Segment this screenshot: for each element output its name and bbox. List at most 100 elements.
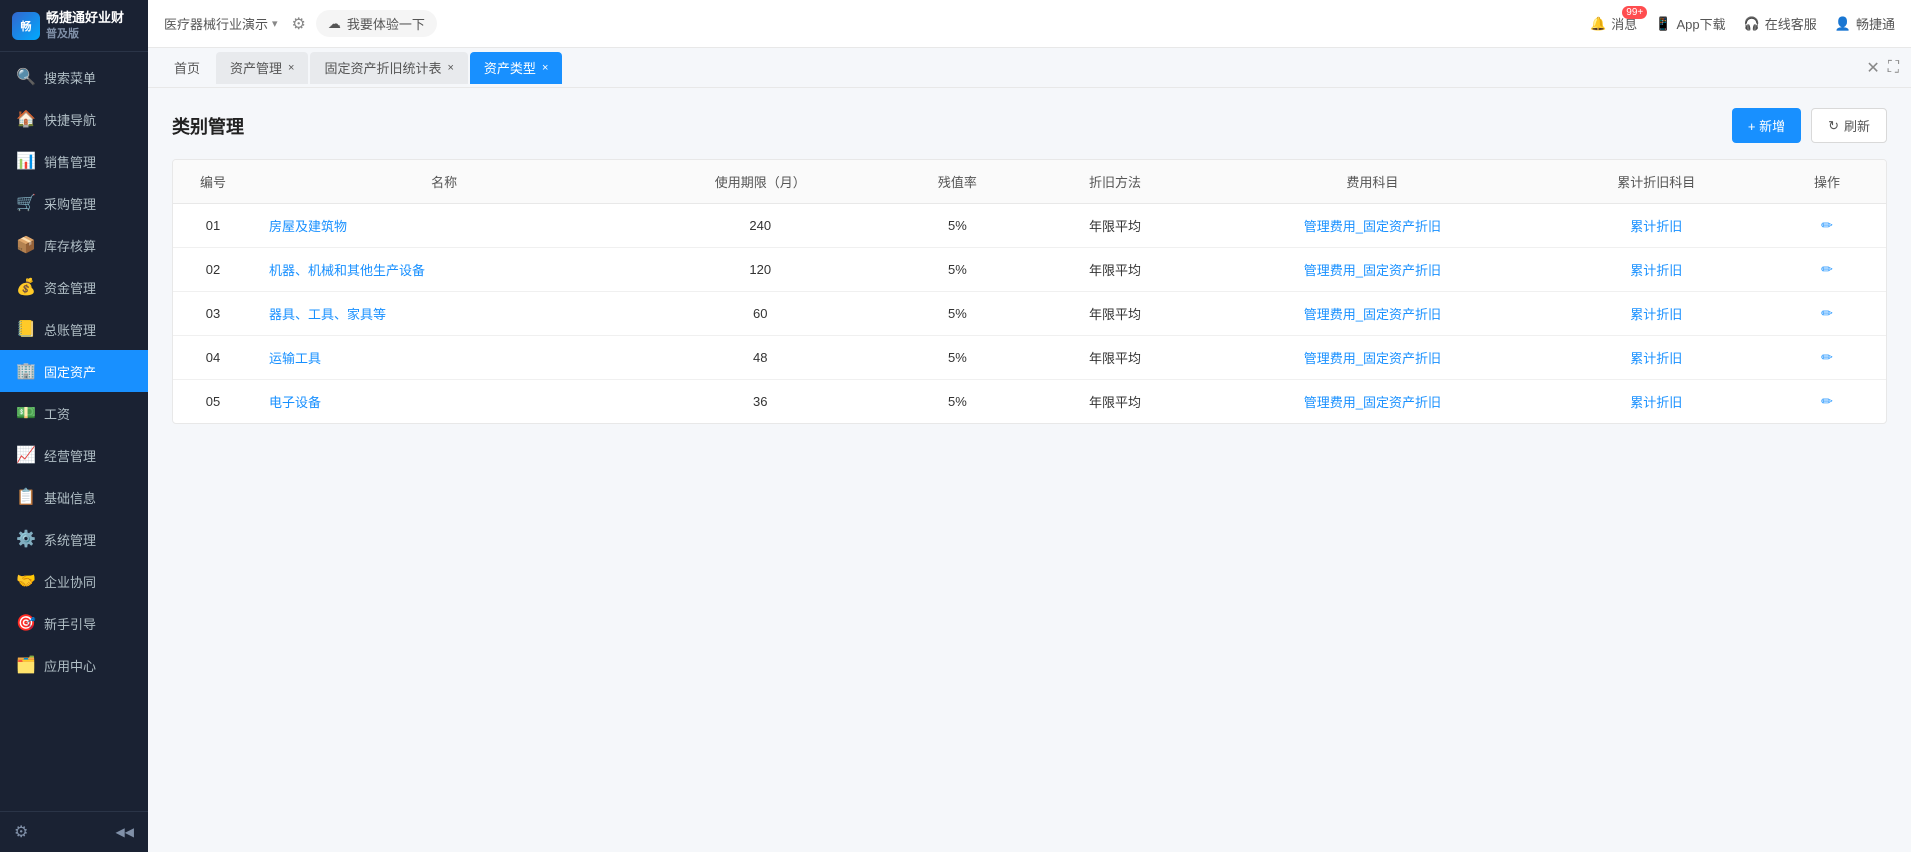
main-area: 医疗器械行业演示 ▾ ⚙ ☁ 我要体验一下 🔔 消息 99+ 📱 App下载 🎧… <box>148 0 1911 852</box>
nav-icon-search: 🔍 <box>16 67 34 87</box>
experience-button[interactable]: ☁ 我要体验一下 <box>316 10 437 37</box>
sidebar-item-basic-info[interactable]: 📋 基础信息 <box>0 476 148 518</box>
cell-action-0: ✏ <box>1768 204 1886 248</box>
nav-label-inventory: 库存核算 <box>44 236 96 255</box>
cell-action-4: ✏ <box>1768 380 1886 424</box>
cell-expense-1: 管理费用_固定资产折旧 <box>1200 248 1544 292</box>
sidebar-item-payroll[interactable]: 💵 工资 <box>0 392 148 434</box>
logo-text: 畅捷通好业财 普及版 <box>46 10 124 41</box>
settings-icon[interactable]: ⚙ <box>14 822 28 842</box>
sidebar-item-inventory[interactable]: 📦 库存核算 <box>0 224 148 266</box>
cell-period-1: 120 <box>635 248 885 292</box>
sidebar-item-app-center[interactable]: 🗂️ 应用中心 <box>0 644 148 686</box>
sidebar-item-guide[interactable]: 🎯 新手引导 <box>0 602 148 644</box>
tab-home[interactable]: 首页 <box>160 52 214 84</box>
nav-icon-basic-info: 📋 <box>16 487 34 507</box>
page-actions: + 新增 ↻ 刷新 <box>1732 108 1887 143</box>
close-window-icon[interactable]: ✕ <box>1866 58 1879 78</box>
sidebar-item-business[interactable]: 📈 经营管理 <box>0 434 148 476</box>
nav-icon-system: ⚙️ <box>16 529 34 549</box>
collapse-icon[interactable]: ◀◀ <box>116 825 134 839</box>
edit-icon-1[interactable]: ✏ <box>1821 261 1833 277</box>
refresh-label: 刷新 <box>1844 116 1870 135</box>
sidebar-item-capital[interactable]: 💰 资金管理 <box>0 266 148 308</box>
sidebar-item-system[interactable]: ⚙️ 系统管理 <box>0 518 148 560</box>
gear-icon[interactable]: ⚙ <box>292 14 306 34</box>
tab-label-depreciation-table: 固定资产折旧统计表 <box>324 58 441 77</box>
expand-icon[interactable]: ⛶ <box>1888 59 1899 77</box>
user-item[interactable]: 👤 畅捷通 <box>1835 14 1895 33</box>
tab-close-asset-mgmt[interactable]: × <box>288 62 294 74</box>
tab-asset-type[interactable]: 资产类型× <box>470 52 562 84</box>
company-name: 医疗器械行业演示 <box>164 14 268 33</box>
nav-icon-capital: 💰 <box>16 277 34 297</box>
edit-icon-4[interactable]: ✏ <box>1821 393 1833 409</box>
nav-label-guide: 新手引导 <box>44 614 96 633</box>
company-selector[interactable]: 医疗器械行业演示 ▾ <box>164 14 278 33</box>
nav-label-search: 搜索菜单 <box>44 68 96 87</box>
notifications-item[interactable]: 🔔 消息 99+ <box>1590 14 1637 33</box>
table-header: 编号名称使用期限（月）残值率折旧方法费用科目累计折旧科目操作 <box>173 160 1886 204</box>
tab-close-asset-type[interactable]: × <box>542 62 548 74</box>
tab-asset-mgmt[interactable]: 资产管理× <box>216 52 308 84</box>
cell-expense-2: 管理费用_固定资产折旧 <box>1200 292 1544 336</box>
nav-label-purchase: 采购管理 <box>44 194 96 213</box>
nav-icon-quick-nav: 🏠 <box>16 109 34 129</box>
cell-action-3: ✏ <box>1768 336 1886 380</box>
sidebar: 畅 畅捷通好业财 普及版 🔍 搜索菜单 🏠 快捷导航 📊 销售管理 🛒 采购管理… <box>0 0 148 852</box>
app-logo: 畅 畅捷通好业财 普及版 <box>0 0 148 52</box>
nav-label-business: 经营管理 <box>44 446 96 465</box>
sidebar-item-purchase[interactable]: 🛒 采购管理 <box>0 182 148 224</box>
tabbar: 首页资产管理×固定资产折旧统计表×资产类型× ✕ ⛶ <box>148 48 1911 88</box>
col-header-名称: 名称 <box>253 160 635 204</box>
download-icon: 📱 <box>1655 16 1671 32</box>
cell-residual-3: 5% <box>885 336 1029 380</box>
nav-icon-payroll: 💵 <box>16 403 34 423</box>
tab-close-depreciation-table[interactable]: × <box>447 62 453 74</box>
sidebar-bottom: ⚙ ◀◀ <box>0 811 148 852</box>
nav-label-ledger: 总账管理 <box>44 320 96 339</box>
sidebar-item-sales[interactable]: 📊 销售管理 <box>0 140 148 182</box>
nav-icon-purchase: 🛒 <box>16 193 34 213</box>
cell-expense-0: 管理费用_固定资产折旧 <box>1200 204 1544 248</box>
table-row: 03 器具、工具、家具等 60 5% 年限平均 管理费用_固定资产折旧 累计折旧… <box>173 292 1886 336</box>
table-body: 01 房屋及建筑物 240 5% 年限平均 管理费用_固定资产折旧 累计折旧 ✏… <box>173 204 1886 424</box>
customer-service-item[interactable]: 🎧 在线客服 <box>1744 14 1817 33</box>
nav-label-cooperation: 企业协同 <box>44 572 96 591</box>
tabs-container: 首页资产管理×固定资产折旧统计表×资产类型× <box>160 52 1866 84</box>
tab-depreciation-table[interactable]: 固定资产折旧统计表 × <box>310 52 467 84</box>
cell-id-0: 01 <box>173 204 253 248</box>
cell-depreciation-3: 累计折旧 <box>1544 336 1768 380</box>
nav-label-capital: 资金管理 <box>44 278 96 297</box>
nav-icon-cooperation: 🤝 <box>16 571 34 591</box>
col-header-费用科目: 费用科目 <box>1200 160 1544 204</box>
new-button[interactable]: + 新增 <box>1732 108 1801 143</box>
sidebar-item-ledger[interactable]: 📒 总账管理 <box>0 308 148 350</box>
cell-action-1: ✏ <box>1768 248 1886 292</box>
topbar: 医疗器械行业演示 ▾ ⚙ ☁ 我要体验一下 🔔 消息 99+ 📱 App下载 🎧… <box>148 0 1911 48</box>
cell-expense-4: 管理费用_固定资产折旧 <box>1200 380 1544 424</box>
cell-depreciation-2: 累计折旧 <box>1544 292 1768 336</box>
sidebar-item-cooperation[interactable]: 🤝 企业协同 <box>0 560 148 602</box>
cell-method-1: 年限平均 <box>1030 248 1201 292</box>
sidebar-item-search[interactable]: 🔍 搜索菜单 <box>0 56 148 98</box>
app-download-item[interactable]: 📱 App下载 <box>1655 14 1725 33</box>
refresh-button[interactable]: ↻ 刷新 <box>1811 108 1887 143</box>
cell-id-3: 04 <box>173 336 253 380</box>
nav-label-system: 系统管理 <box>44 530 96 549</box>
customer-service-label: 在线客服 <box>1765 14 1817 33</box>
nav-icon-ledger: 📒 <box>16 319 34 339</box>
cell-name-3: 运输工具 <box>253 336 635 380</box>
col-header-编号: 编号 <box>173 160 253 204</box>
sidebar-item-fixed-assets[interactable]: 🏢 固定资产 <box>0 350 148 392</box>
edit-icon-3[interactable]: ✏ <box>1821 349 1833 365</box>
cell-period-2: 60 <box>635 292 885 336</box>
cell-action-2: ✏ <box>1768 292 1886 336</box>
sidebar-item-quick-nav[interactable]: 🏠 快捷导航 <box>0 98 148 140</box>
bell-icon: 🔔 <box>1590 16 1606 32</box>
nav-icon-guide: 🎯 <box>16 613 34 633</box>
edit-icon-2[interactable]: ✏ <box>1821 305 1833 321</box>
headset-icon: 🎧 <box>1744 16 1760 32</box>
edit-icon-0[interactable]: ✏ <box>1821 217 1833 233</box>
table-row: 05 电子设备 36 5% 年限平均 管理费用_固定资产折旧 累计折旧 ✏ <box>173 380 1886 424</box>
